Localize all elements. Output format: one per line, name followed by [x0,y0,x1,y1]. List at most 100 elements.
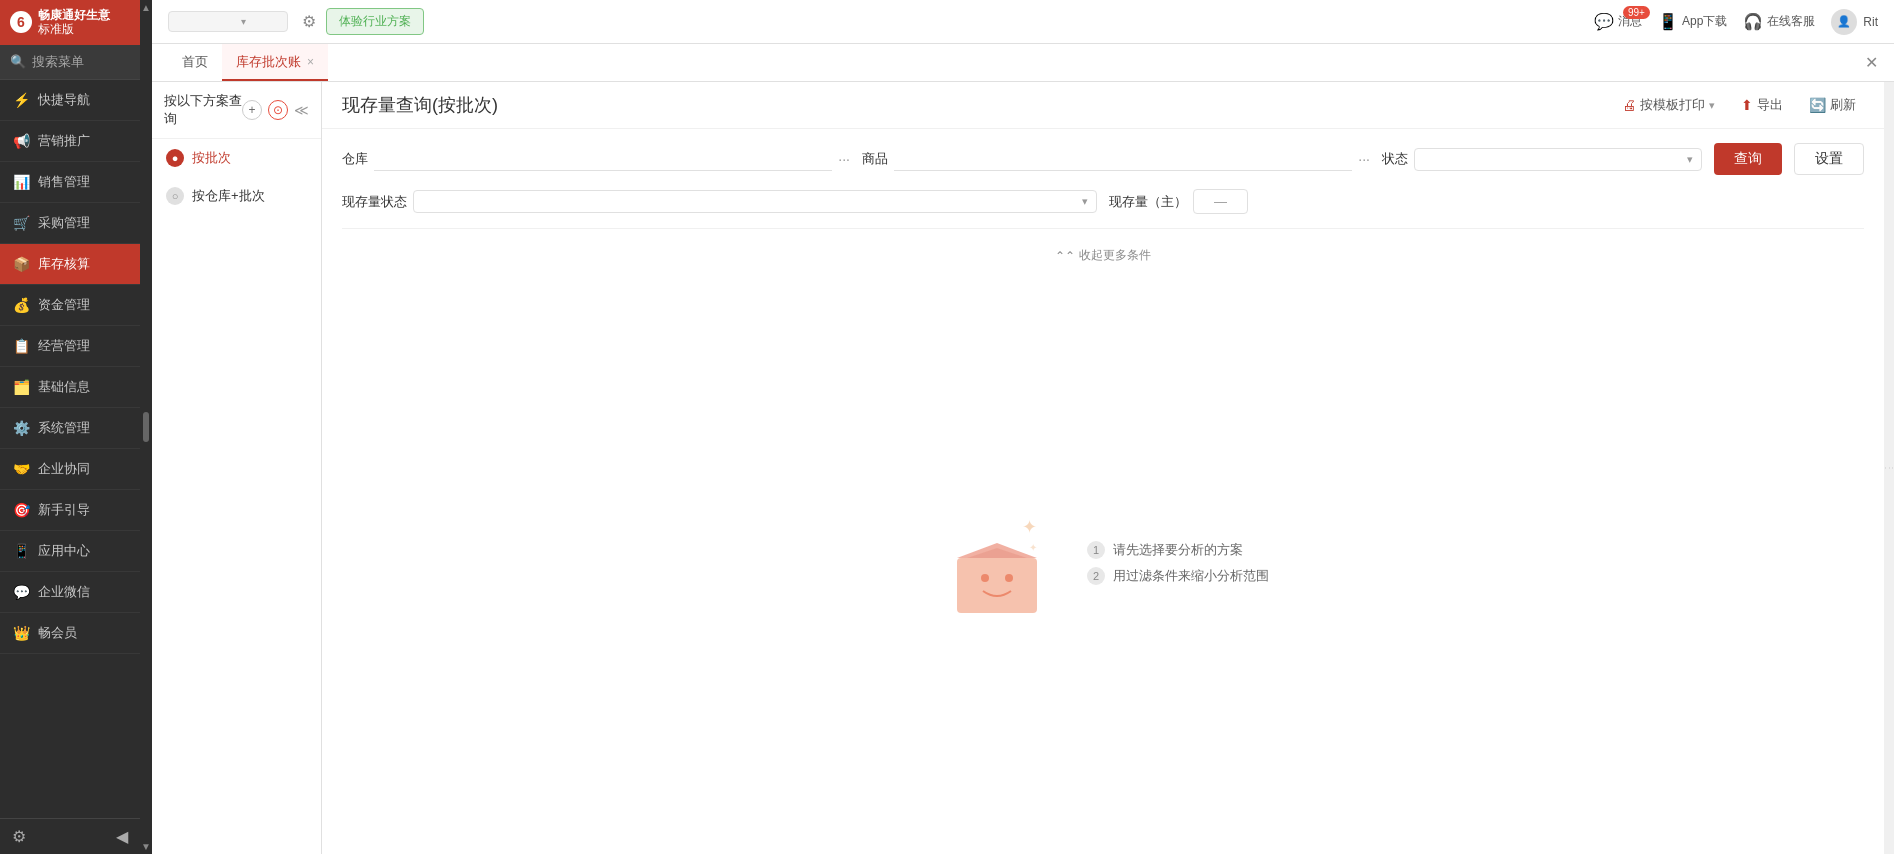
tab-close-icon[interactable]: × [307,56,314,68]
app-version: 标准版 [38,22,110,36]
sidebar-item-app-center[interactable]: 📱 应用中心 [0,531,140,572]
sidebar-item-enterprise[interactable]: 🤝 企业协同 [0,449,140,490]
sidebar-item-basic[interactable]: 🗂️ 基础信息 [0,367,140,408]
inventory-quantity-input[interactable]: — [1193,189,1248,214]
sidebar-item-inventory[interactable]: 📦 库存核算 [0,244,140,285]
left-panel-actions: + ⊙ ≪ [242,100,309,120]
settings-button[interactable]: 设置 [1794,143,1864,175]
topbar-search-area[interactable]: ▾ [168,11,288,32]
sidebar-item-label: 营销推广 [38,132,90,150]
filter-row-1: 仓库 ··· 商品 ··· 状态 ▾ [342,143,1864,175]
sidebar-item-wechat[interactable]: 💬 企业微信 [0,572,140,613]
status-filter-group: 状态 ▾ [1382,148,1702,171]
collapse-filters-button[interactable]: ⌃⌃ 收起更多条件 [342,239,1864,272]
company-name: 畅康通好生意 [38,8,110,22]
add-plan-button[interactable]: + [242,100,262,120]
trial-button[interactable]: 体验行业方案 [326,8,424,35]
svg-point-3 [981,574,989,582]
scroll-down-arrow[interactable]: ▼ [141,841,151,852]
sidebar-item-label: 快捷导航 [38,91,90,109]
plan-item-by-warehouse-batch[interactable]: ○ 按仓库+批次 [152,177,321,215]
collapse-left-icon[interactable]: ≪ [294,102,309,118]
status-select[interactable]: ▾ [1414,148,1702,171]
print-button[interactable]: 🖨 按模板打印 ▾ [1614,92,1723,118]
query-button[interactable]: 查询 [1714,143,1782,175]
inventory-status-group: 现存量状态 ▾ [342,190,1097,213]
tab-inventory-batch[interactable]: 库存批次账 × [222,44,328,81]
app-title: 畅康通好生意 标准版 [38,8,110,37]
collapse-sidebar-icon[interactable]: ◀ [116,827,128,846]
product-label: 商品 [862,150,888,168]
main-area: ▾ ⚙ 体验行业方案 💬 消息 99+ 📱 App下载 🎧 在线客服 👤 Rit [152,0,1894,854]
sidebar-item-label: 畅会员 [38,624,77,642]
sidebar-item-member[interactable]: 👑 畅会员 [0,613,140,654]
empty-state: ✦ ✦ 1 请先选择要分析的方案 2 用过滤条件来缩小分析范围 [322,272,1884,854]
plan-item-by-batch[interactable]: ● 按批次 [152,139,321,177]
filter-divider [342,228,1864,229]
sidebar-item-newbie[interactable]: 🎯 新手引导 [0,490,140,531]
marketing-icon: 📢 [12,132,30,150]
sidebar-header: 6 畅康通好生意 标准版 [0,0,140,45]
sidebar-item-purchase[interactable]: 🛒 采购管理 [0,203,140,244]
sidebar-item-label: 基础信息 [38,378,90,396]
online-support-button[interactable]: 🎧 在线客服 [1743,12,1815,31]
sidebar-scrollbar[interactable]: ▲ ▼ [140,0,152,854]
inventory-status-select[interactable]: ▾ [413,190,1097,213]
hint-text-2: 用过滤条件来缩小分析范围 [1113,567,1269,585]
sidebar-item-marketing[interactable]: 📢 营销推广 [0,121,140,162]
sidebar-item-label: 企业协同 [38,460,90,478]
basic-icon: 🗂️ [12,378,30,396]
wechat-icon: 💬 [12,583,30,601]
product-more-icon[interactable]: ··· [1358,151,1370,167]
config-plan-button[interactable]: ⊙ [268,100,288,120]
page-header: 现存量查询(按批次) 🖨 按模板打印 ▾ ⬆ 导出 🔄 刷新 [322,82,1884,129]
messages-button[interactable]: 💬 消息 99+ [1594,12,1642,31]
scroll-thumb[interactable] [143,412,149,442]
business-icon: 📋 [12,337,30,355]
printer-icon: 🖨 [1622,97,1636,113]
scroll-up-arrow[interactable]: ▲ [141,2,151,13]
filter-area: 仓库 ··· 商品 ··· 状态 ▾ [322,129,1884,272]
product-input[interactable] [894,147,1352,171]
online-support-label: 在线客服 [1767,13,1815,30]
print-chevron-icon: ▾ [1709,99,1715,112]
collapse-up-icon: ⌃⌃ [1055,249,1075,263]
tab-home[interactable]: 首页 [168,44,222,81]
user-menu[interactable]: 👤 Rit [1831,9,1878,35]
hint-number-2: 2 [1087,567,1105,585]
inventory-quantity-group: 现存量（主） — [1109,189,1864,214]
sidebar-footer: ⚙ ◀ [0,818,140,854]
sidebar-item-quick-nav[interactable]: ⚡ 快捷导航 [0,80,140,121]
warehouse-batch-icon: ○ [166,187,184,205]
messages-badge: 99+ [1623,6,1650,19]
export-button[interactable]: ⬆ 导出 [1733,92,1791,118]
plan-item-label: 按批次 [192,149,231,167]
topbar-gear-icon[interactable]: ⚙ [302,12,316,31]
sidebar-item-label: 资金管理 [38,296,90,314]
sidebar-item-business[interactable]: 📋 经营管理 [0,326,140,367]
settings-footer-icon[interactable]: ⚙ [12,827,26,846]
empty-hints: 1 请先选择要分析的方案 2 用过滤条件来缩小分析范围 [1087,541,1269,585]
sidebar-item-finance[interactable]: 💰 资金管理 [0,285,140,326]
content-area: 按以下方案查询 + ⊙ ≪ ● 按批次 ○ 按仓库+批次 现存量查询(按批次) [152,82,1894,854]
warehouse-more-icon[interactable]: ··· [838,151,850,167]
svg-text:✦: ✦ [1022,517,1037,537]
sidebar-item-label: 采购管理 [38,214,90,232]
sidebar-item-label: 经营管理 [38,337,90,355]
inventory-status-chevron-icon: ▾ [1082,195,1088,208]
plan-item-label: 按仓库+批次 [192,187,265,205]
filter-row-2: 现存量状态 ▾ 现存量（主） — [342,189,1864,214]
panel-close-button[interactable]: ✕ [1865,53,1878,72]
sidebar-item-sales[interactable]: 📊 销售管理 [0,162,140,203]
empty-hint-2: 2 用过滤条件来缩小分析范围 [1087,567,1269,585]
refresh-label: 刷新 [1830,96,1856,114]
sales-icon: 📊 [12,173,30,191]
product-filter-group: 商品 ··· [862,147,1370,171]
sidebar-search[interactable]: 🔍 搜索菜单 [0,45,140,80]
sidebar-item-system[interactable]: ⚙️ 系统管理 [0,408,140,449]
refresh-button[interactable]: 🔄 刷新 [1801,92,1864,118]
warehouse-input[interactable] [374,147,832,171]
left-panel: 按以下方案查询 + ⊙ ≪ ● 按批次 ○ 按仓库+批次 [152,82,322,854]
app-download-button[interactable]: 📱 App下载 [1658,12,1727,31]
right-edge-handle[interactable]: ⋮ [1884,82,1894,854]
